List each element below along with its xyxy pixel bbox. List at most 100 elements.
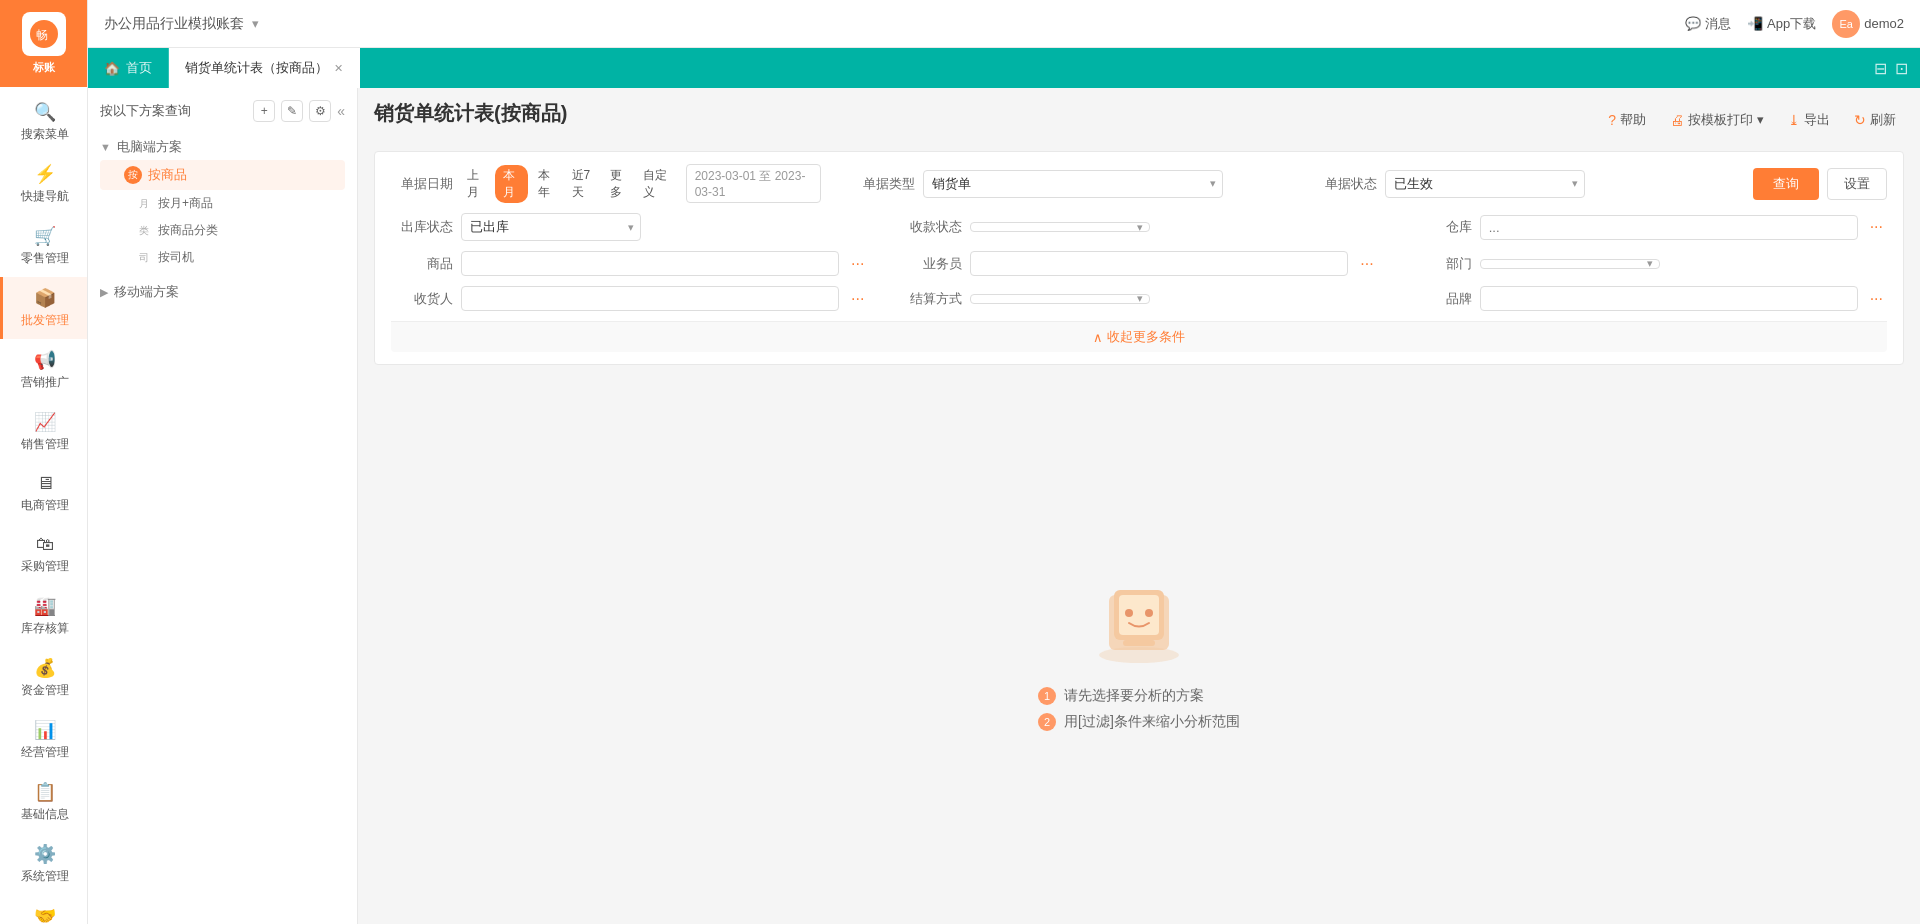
date-this-month[interactable]: 本月 (495, 165, 529, 203)
warehouse-input[interactable] (1480, 215, 1858, 240)
warehouse-dots[interactable]: ··· (1866, 218, 1887, 236)
refresh-button[interactable]: ↻ 刷新 (1846, 107, 1904, 133)
tree-subitem-product-category[interactable]: 类 按商品分类 (100, 217, 345, 244)
doc-status-value: 已生效 (1394, 175, 1433, 193)
consignee-input[interactable] (461, 286, 839, 311)
topbar-left: 办公用品行业模拟账套 ▾ (104, 15, 259, 33)
sidebar-item-system[interactable]: ⚙️ 系统管理 (0, 833, 87, 895)
payment-method-select[interactable] (970, 294, 1150, 304)
tree-mobile-root[interactable]: ▶ 移动端方案 (100, 279, 345, 305)
app-download-button[interactable]: 📲 App下载 (1747, 15, 1816, 33)
sidebar-item-retail[interactable]: 🛒 零售管理 (0, 215, 87, 277)
collapse-bar[interactable]: ∧ 收起更多条件 (391, 321, 1887, 352)
empty-icon (1079, 555, 1199, 675)
salesperson-dots[interactable]: ··· (1356, 255, 1377, 273)
tree-expand-icon: ▼ (100, 141, 111, 153)
logo-area: 畅 标账 (0, 0, 87, 87)
empty-tip-1-text: 请先选择要分析的方案 (1064, 687, 1204, 705)
marketing-icon: 📢 (34, 349, 56, 371)
date-last-7-days[interactable]: 近7天 (566, 165, 600, 203)
tab-home[interactable]: 🏠 首页 (88, 48, 169, 88)
salesperson-label: 业务员 (900, 255, 970, 273)
sidebar-item-label: 资金管理 (21, 682, 69, 699)
tree-sub-icon-3: 司 (136, 250, 152, 266)
date-last-month[interactable]: 上月 (461, 165, 491, 203)
user-profile[interactable]: Ea demo2 (1832, 10, 1904, 38)
product-input[interactable] (461, 251, 839, 276)
brand-label: 品牌 (1410, 290, 1480, 308)
message-button[interactable]: 💬 消息 (1685, 15, 1731, 33)
export-button[interactable]: ⤓ 导出 (1780, 107, 1838, 133)
warehouse-status-select[interactable]: 已出库 (461, 213, 641, 241)
settings-button[interactable]: 设置 (1827, 168, 1887, 200)
tab-report[interactable]: 销货单统计表（按商品） ✕ (169, 48, 360, 88)
tree-desktop-root[interactable]: ▼ 电脑端方案 (100, 134, 345, 160)
doc-status-control: 已生效 (1385, 170, 1745, 198)
filter-row-1: 单据日期 上月 本月 本年 近7天 更多 自定义 2023-03-01 至 20… (391, 164, 1887, 203)
warehouse-status-value: 已出库 (470, 218, 509, 236)
settings-scheme-button[interactable]: ⚙ (309, 100, 331, 122)
doc-type-label: 单据类型 (853, 175, 923, 193)
department-select[interactable] (1480, 259, 1660, 269)
tree-item-icon-orange: 按 (124, 166, 142, 184)
help-button[interactable]: ? 帮助 (1600, 107, 1654, 133)
brand-control: ··· (1480, 286, 1887, 311)
app-download-label: App下载 (1767, 15, 1816, 33)
right-panel: 销货单统计表(按商品) ? 帮助 🖨 按模板打印 ▾ ⤓ 导出 (358, 88, 1920, 924)
date-more[interactable]: 更多 (604, 165, 634, 203)
refresh-icon: ↻ (1854, 112, 1866, 128)
add-scheme-button[interactable]: + (253, 100, 275, 122)
doc-status-select[interactable]: 已生效 (1385, 170, 1585, 198)
sidebar-item-operation[interactable]: 📊 经营管理 (0, 709, 87, 771)
sidebar-item-wholesale[interactable]: 📦 批发管理 (0, 277, 87, 339)
tab-expand-button[interactable]: ⊟ ⊡ (1862, 59, 1920, 78)
sidebar-item-label: 销售管理 (21, 436, 69, 453)
edit-scheme-button[interactable]: ✎ (281, 100, 303, 122)
tab-close-button[interactable]: ✕ (334, 62, 343, 75)
tab-home-label: 首页 (126, 59, 152, 77)
collection-status-select[interactable] (970, 222, 1150, 232)
sidebar-item-ecommerce[interactable]: 🖥 电商管理 (0, 463, 87, 524)
date-quick-buttons: 上月 本月 本年 近7天 更多 自定义 (461, 165, 676, 203)
query-button[interactable]: 查询 (1753, 168, 1819, 200)
svg-rect-8 (1123, 640, 1155, 646)
sidebar-item-sales[interactable]: 📈 销售管理 (0, 401, 87, 463)
tree-sub-icon-2: 类 (136, 223, 152, 239)
sidebar-item-label: 快捷导航 (21, 188, 69, 205)
quicknav-icon: ⚡ (34, 163, 56, 185)
tree-item-by-product[interactable]: 按 按商品 (100, 160, 345, 190)
warehouse-label: 仓库 (1410, 218, 1480, 236)
print-button[interactable]: 🖨 按模板打印 ▾ (1662, 107, 1772, 133)
purchase-icon: 🛍 (36, 534, 54, 555)
product-dots[interactable]: ··· (847, 255, 868, 273)
consignee-dots[interactable]: ··· (847, 290, 868, 308)
topbar-dropdown-arrow[interactable]: ▾ (252, 16, 259, 31)
chevron-up-icon: ∧ (1093, 330, 1103, 345)
date-custom[interactable]: 自定义 (637, 165, 675, 203)
date-this-year[interactable]: 本年 (532, 165, 562, 203)
logo-title: 标账 (33, 60, 55, 75)
sidebar-item-purchase[interactable]: 🛍 采购管理 (0, 524, 87, 585)
tree-subitem-month-product[interactable]: 月 按月+商品 (100, 190, 345, 217)
date-label: 单据日期 (391, 175, 461, 193)
brand-input[interactable] (1480, 286, 1858, 311)
date-range-input[interactable]: 2023-03-01 至 2023-03-31 (686, 164, 821, 203)
sidebar-item-finance[interactable]: 💰 资金管理 (0, 647, 87, 709)
wholesale-icon: 📦 (34, 287, 56, 309)
salesperson-input[interactable] (970, 251, 1348, 276)
filter-area: 单据日期 上月 本月 本年 近7天 更多 自定义 2023-03-01 至 20… (374, 151, 1904, 365)
tree-subitem-cashier[interactable]: 司 按司机 (100, 244, 345, 271)
tree-mobile-label: 移动端方案 (114, 283, 179, 301)
brand-dots[interactable]: ··· (1866, 290, 1887, 308)
sales-icon: 📈 (34, 411, 56, 433)
sidebar-item-quicknav[interactable]: ⚡ 快捷导航 (0, 153, 87, 215)
topbar-right: 💬 消息 📲 App下载 Ea demo2 (1685, 10, 1904, 38)
sidebar-item-stock[interactable]: 🏭 库存核算 (0, 585, 87, 647)
collapse-panel-button[interactable]: « (337, 103, 345, 119)
sidebar-item-marketing[interactable]: 📢 营销推广 (0, 339, 87, 401)
svg-rect-5 (1119, 595, 1159, 635)
doc-type-select[interactable]: 销货单 (923, 170, 1223, 198)
sidebar-item-basic[interactable]: 📋 基础信息 (0, 771, 87, 833)
sidebar-item-search[interactable]: 🔍 搜索菜单 (0, 91, 87, 153)
sidebar-item-enterprise[interactable]: 🤝 企业协同 (0, 895, 87, 924)
